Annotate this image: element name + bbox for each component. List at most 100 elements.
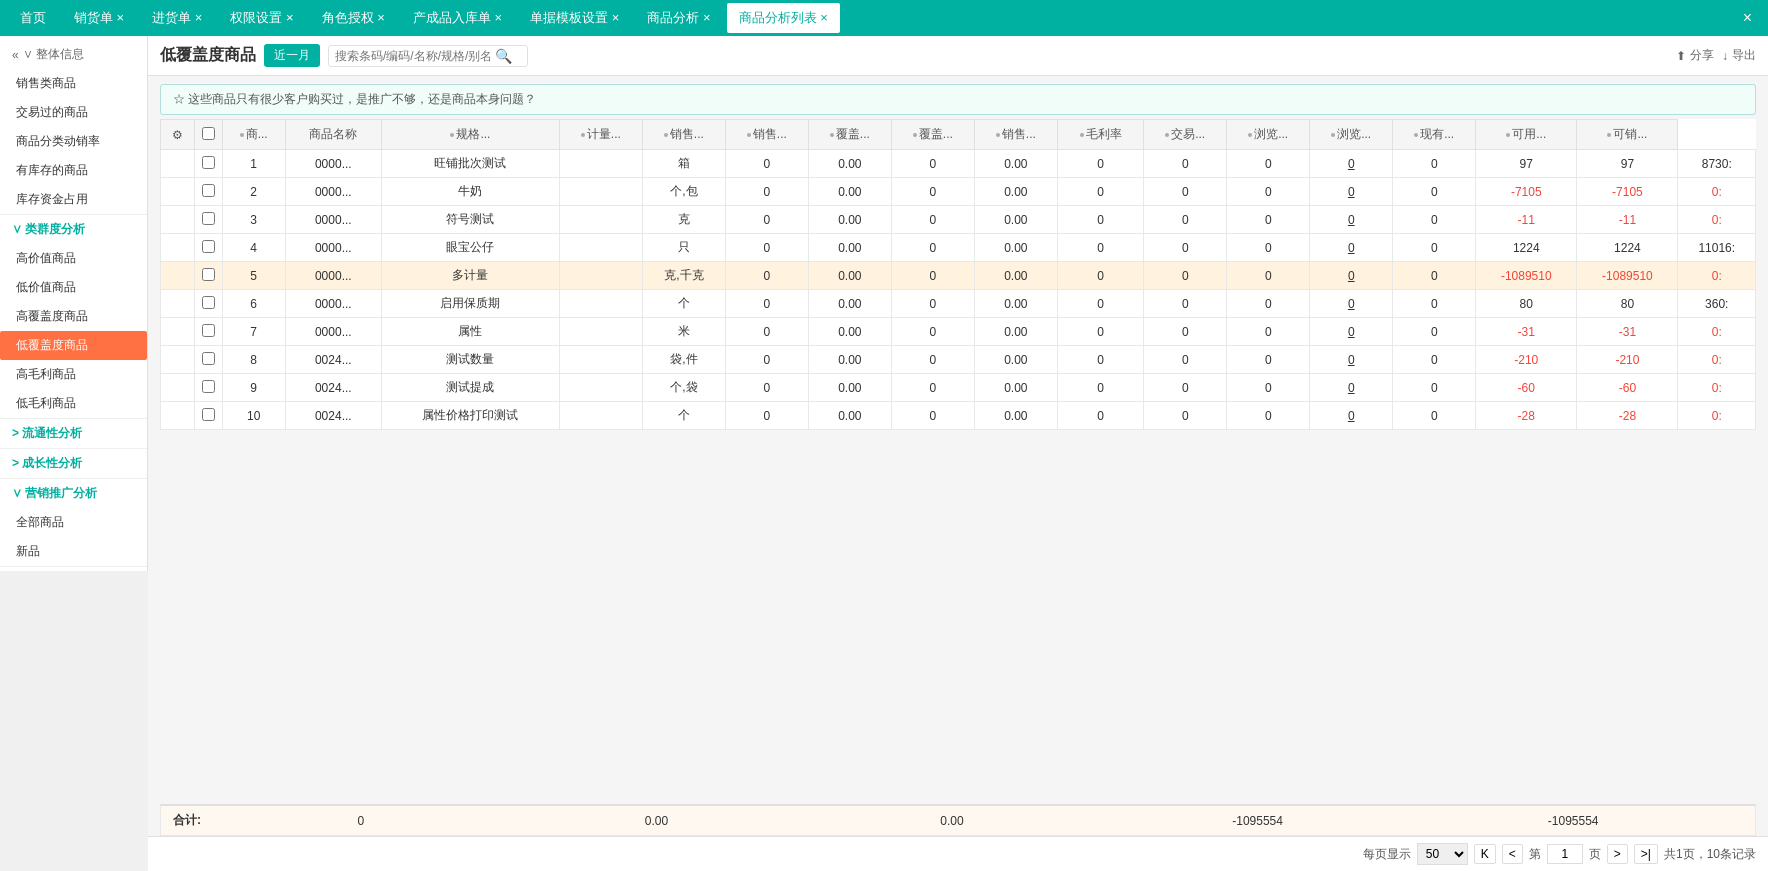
search-icon[interactable]: 🔍 [495,48,512,64]
row-browse1-9[interactable]: 0 [1310,402,1393,430]
page-number-input[interactable] [1547,844,1583,864]
row-checkbox-3[interactable] [194,234,222,262]
sidebar-item-low-margin[interactable]: 低毛利商品 [0,389,147,418]
table-container[interactable]: ⚙ 商... 商品名称 规格... 计量... 销售... 销售... 覆盖..… [148,119,1768,804]
footer-label: 合计: [173,812,201,829]
sidebar-item-new-goods[interactable]: 新品 [0,537,147,566]
col-current-header[interactable]: 现有... [1393,120,1476,150]
col-cover1-header[interactable]: 覆盖... [808,120,891,150]
col-trade-header[interactable]: 交易... [1144,120,1227,150]
nav-role[interactable]: 角色授权 × [310,3,397,33]
last-page-button[interactable]: >| [1634,844,1658,864]
sidebar-item-high-value[interactable]: 高价值商品 [0,244,147,273]
close-button[interactable]: × [1735,5,1760,31]
col-checkbox[interactable] [194,120,222,150]
row-check-2[interactable] [202,212,215,225]
row-current-4: -1089510 [1476,262,1577,290]
row-browse1-2[interactable]: 0 [1310,206,1393,234]
row-browse1-1[interactable]: 0 [1310,178,1393,206]
prev-page-button[interactable]: < [1502,844,1523,864]
col-sales3-header[interactable]: 销售... [974,120,1057,150]
sidebar-item-low-coverage[interactable]: 低覆盖度商品 [0,331,147,360]
col-cover2-header[interactable]: 覆盖... [891,120,974,150]
pagination: 每页显示 50 100 200 K < 第 页 > >| 共1页，10条记录 [148,836,1768,871]
col-sellable-header[interactable]: 可销... [1577,120,1678,150]
row-checkbox-4[interactable] [194,262,222,290]
sidebar-section-flow[interactable]: > 流通性分析 [0,419,147,448]
sidebar-item-stock-fund[interactable]: 库存资金占用 [0,185,147,214]
share-icon: ⬆ [1676,49,1686,63]
row-settings-6 [161,318,195,346]
row-browse1-7[interactable]: 0 [1310,346,1393,374]
row-check-3[interactable] [202,240,215,253]
nav-home[interactable]: 首页 [8,3,58,33]
row-check-1[interactable] [202,184,215,197]
row-checkbox-8[interactable] [194,374,222,402]
time-filter-button[interactable]: 近一月 [264,44,320,67]
row-browse1-8[interactable]: 0 [1310,374,1393,402]
row-check-8[interactable] [202,380,215,393]
col-unit-header[interactable]: 计量... [559,120,642,150]
nav-purchase[interactable]: 进货单 × [140,3,214,33]
col-spec-header[interactable]: 规格... [382,120,560,150]
row-no-0: 1 [222,150,285,178]
row-check-7[interactable] [202,352,215,365]
col-name-header[interactable]: 商品名称 [285,120,382,150]
row-checkbox-7[interactable] [194,346,222,374]
sidebar-item-traded-goods[interactable]: 交易过的商品 [0,98,147,127]
row-browse1-3[interactable]: 0 [1310,234,1393,262]
nav-sales[interactable]: 销货单 × [62,3,136,33]
search-input[interactable] [335,49,495,63]
row-cover1-7: 0 [891,346,974,374]
row-checkbox-6[interactable] [194,318,222,346]
row-browse1-4[interactable]: 0 [1310,262,1393,290]
nav-template[interactable]: 单据模板设置 × [518,3,631,33]
sidebar-section-marketing[interactable]: ∨ 营销推广分析 [0,479,147,508]
row-check-6[interactable] [202,324,215,337]
sidebar-item-in-stock[interactable]: 有库存的商品 [0,156,147,185]
next-page-button[interactable]: > [1607,844,1628,864]
col-grossrate-header[interactable]: 毛利率 [1057,120,1143,150]
nav-permissions[interactable]: 权限设置 × [218,3,305,33]
sidebar-item-high-coverage[interactable]: 高覆盖度商品 [0,302,147,331]
row-check-0[interactable] [202,156,215,169]
row-check-5[interactable] [202,296,215,309]
row-check-9[interactable] [202,408,215,421]
sidebar-item-high-margin[interactable]: 高毛利商品 [0,360,147,389]
share-button[interactable]: ⬆ 分享 [1676,47,1714,64]
row-browse1-5[interactable]: 0 [1310,290,1393,318]
col-available-header[interactable]: 可用... [1476,120,1577,150]
row-checkbox-9[interactable] [194,402,222,430]
first-page-button[interactable]: K [1474,844,1496,864]
sidebar-title-overall[interactable]: « ∨ 整体信息 [0,40,147,69]
sidebar-item-sales-goods[interactable]: 销售类商品 [0,69,147,98]
row-checkbox-0[interactable] [194,150,222,178]
row-grossrate-7: 0 [1144,346,1227,374]
row-check-4[interactable] [202,268,215,281]
sidebar-item-category-rate[interactable]: 商品分类动销率 [0,127,147,156]
sidebar-section-category[interactable]: ∨ 类群度分析 [0,215,147,244]
sidebar-item-low-value[interactable]: 低价值商品 [0,273,147,302]
row-checkbox-2[interactable] [194,206,222,234]
select-all-checkbox[interactable] [202,127,215,140]
export-button[interactable]: ↓ 导出 [1722,47,1756,64]
row-browse1-0[interactable]: 0 [1310,150,1393,178]
nav-analysis[interactable]: 商品分析 × [635,3,722,33]
row-checkbox-5[interactable] [194,290,222,318]
row-checkbox-1[interactable] [194,178,222,206]
col-settings[interactable]: ⚙ [161,120,195,150]
sidebar-section-growth[interactable]: > 成长性分析 [0,449,147,478]
per-page-label: 每页显示 [1363,846,1411,863]
row-no-8: 9 [222,374,285,402]
col-browse1-header[interactable]: 浏览... [1227,120,1310,150]
row-sales3-5: 0 [1057,290,1143,318]
sidebar-item-all-goods[interactable]: 全部商品 [0,508,147,537]
col-browse2-header[interactable]: 浏览... [1310,120,1393,150]
row-browse1-6[interactable]: 0 [1310,318,1393,346]
row-no-6: 7 [222,318,285,346]
per-page-select[interactable]: 50 100 200 [1417,843,1468,865]
nav-analysis-list[interactable]: 商品分析列表 × [727,3,840,33]
col-sales1-header[interactable]: 销售... [642,120,725,150]
col-sales2-header[interactable]: 销售... [725,120,808,150]
nav-products[interactable]: 产成品入库单 × [401,3,514,33]
